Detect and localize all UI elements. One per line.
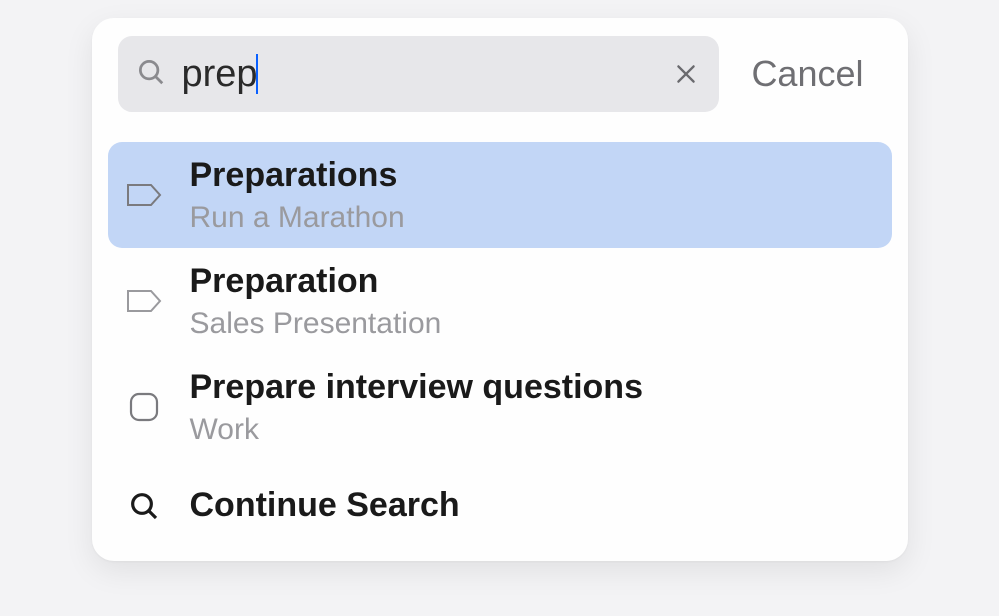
result-subtitle: Sales Presentation bbox=[190, 305, 442, 343]
search-icon bbox=[120, 490, 168, 522]
search-input-text: prep bbox=[182, 53, 258, 96]
clear-icon[interactable] bbox=[671, 59, 701, 89]
tag-icon bbox=[120, 180, 168, 210]
result-text: Preparation Sales Presentation bbox=[190, 260, 442, 342]
result-item[interactable]: Prepare interview questions Work bbox=[108, 354, 892, 460]
result-item[interactable]: Preparation Sales Presentation bbox=[108, 248, 892, 354]
results-list: Preparations Run a Marathon Preparation … bbox=[108, 142, 892, 533]
result-item[interactable]: Preparations Run a Marathon bbox=[108, 142, 892, 248]
result-subtitle: Work bbox=[190, 411, 644, 449]
result-text: Preparations Run a Marathon bbox=[190, 154, 405, 236]
cancel-button[interactable]: Cancel bbox=[733, 53, 881, 95]
result-title: Preparations bbox=[190, 154, 405, 197]
search-icon bbox=[136, 57, 166, 92]
text-cursor bbox=[256, 54, 258, 94]
result-title: Preparation bbox=[190, 260, 442, 303]
search-row: prep Cancel bbox=[108, 36, 892, 112]
result-title: Prepare interview questions bbox=[190, 366, 644, 409]
search-input-wrap[interactable]: prep bbox=[166, 53, 672, 96]
checkbox-icon bbox=[120, 391, 168, 423]
result-subtitle: Run a Marathon bbox=[190, 199, 405, 237]
continue-search-label: Continue Search bbox=[190, 486, 460, 525]
continue-search-button[interactable]: Continue Search bbox=[108, 460, 892, 533]
search-field[interactable]: prep bbox=[118, 36, 720, 112]
result-text: Prepare interview questions Work bbox=[190, 366, 644, 448]
tag-icon bbox=[120, 286, 168, 316]
search-panel: prep Cancel Preparations Run a Marathon bbox=[92, 18, 908, 561]
